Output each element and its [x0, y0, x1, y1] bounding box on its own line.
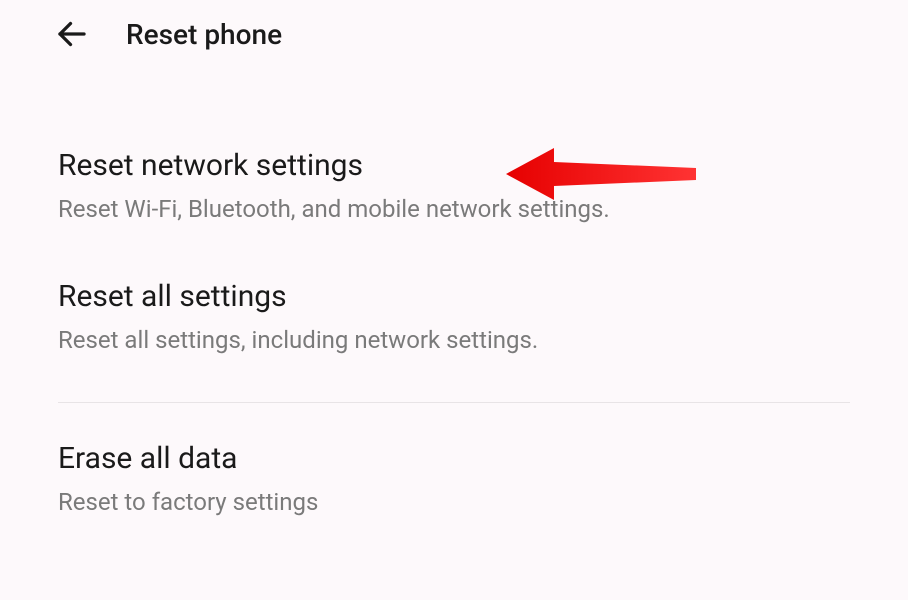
header: Reset phone	[0, 0, 908, 68]
settings-list: Reset network settings Reset Wi-Fi, Blue…	[0, 68, 908, 544]
item-title: Reset network settings	[58, 148, 850, 183]
erase-all-data-item[interactable]: Erase all data Reset to factory settings	[58, 413, 850, 544]
reset-all-settings-item[interactable]: Reset all settings Reset all settings, i…	[58, 251, 850, 382]
page-title: Reset phone	[126, 18, 282, 51]
reset-network-settings-item[interactable]: Reset network settings Reset Wi-Fi, Blue…	[58, 108, 850, 251]
item-subtitle: Reset to factory settings	[58, 488, 850, 516]
item-title: Reset all settings	[58, 279, 850, 314]
divider	[58, 402, 850, 403]
item-title: Erase all data	[58, 441, 850, 476]
item-subtitle: Reset Wi-Fi, Bluetooth, and mobile netwo…	[58, 195, 850, 223]
item-subtitle: Reset all settings, including network se…	[58, 326, 850, 354]
back-arrow-icon[interactable]	[54, 16, 90, 52]
